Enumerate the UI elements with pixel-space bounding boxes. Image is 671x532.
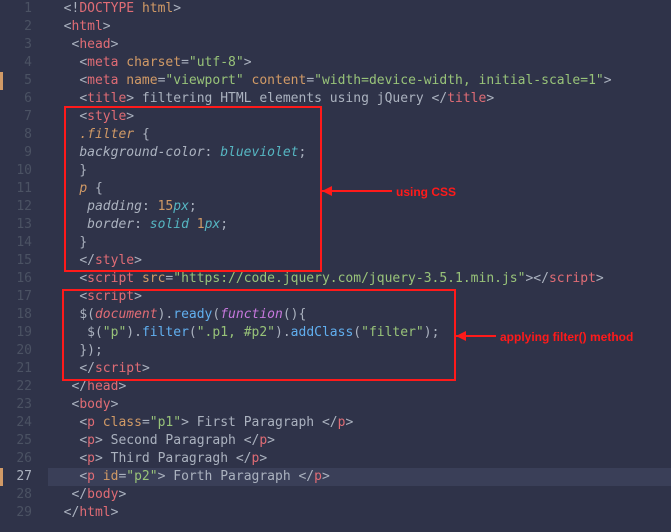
code-line: <meta charset="utf-8"> — [48, 54, 671, 72]
code-line: <p> Second Paragraph </p> — [48, 432, 671, 450]
annotation-label-css: using CSS — [396, 183, 456, 201]
code-line: <html> — [48, 18, 671, 36]
code-line: p { — [48, 180, 671, 198]
code-line-active: <p id="p2"> Forth Paragraph </p> — [48, 468, 671, 486]
code-line: <p> Third Paragragh </p> — [48, 450, 671, 468]
arrow-head-icon — [456, 331, 466, 341]
code-line: $(document).ready(function(){ — [48, 306, 671, 324]
code-line: .filter { — [48, 126, 671, 144]
annotation-arrow — [322, 190, 392, 192]
code-line: <body> — [48, 396, 671, 414]
code-line: <script> — [48, 288, 671, 306]
code-line: </style> — [48, 252, 671, 270]
code-line: <!DOCTYPE html> — [48, 0, 671, 18]
code-line: </script> — [48, 360, 671, 378]
gutter-mark — [0, 72, 3, 90]
code-line: </body> — [48, 486, 671, 504]
code-line: <p class="p1"> First Paragraph </p> — [48, 414, 671, 432]
code-line: } — [48, 234, 671, 252]
code-line: <script src="https://code.jquery.com/jqu… — [48, 270, 671, 288]
code-line: <style> — [48, 108, 671, 126]
code-line: <head> — [48, 36, 671, 54]
code-line: } — [48, 162, 671, 180]
code-line: padding: 15px; — [48, 198, 671, 216]
gutter-mark — [0, 468, 3, 486]
code-line: </head> — [48, 378, 671, 396]
code-line: background-color: blueviolet; — [48, 144, 671, 162]
code-line: </html> — [48, 504, 671, 522]
code-editor: 1234567891011121314151617181920212223242… — [0, 0, 671, 532]
code-line: <title> filtering HTML elements using jQ… — [48, 90, 671, 108]
code-area: <!DOCTYPE html> <html> <head> <meta char… — [42, 0, 671, 532]
code-line: <meta name="viewport" content="width=dev… — [48, 72, 671, 90]
arrow-head-icon — [322, 186, 332, 196]
annotation-label-filter: applying filter() method — [500, 328, 633, 346]
code-line: border: solid 1px; — [48, 216, 671, 234]
line-number-gutter: 1234567891011121314151617181920212223242… — [0, 0, 42, 532]
